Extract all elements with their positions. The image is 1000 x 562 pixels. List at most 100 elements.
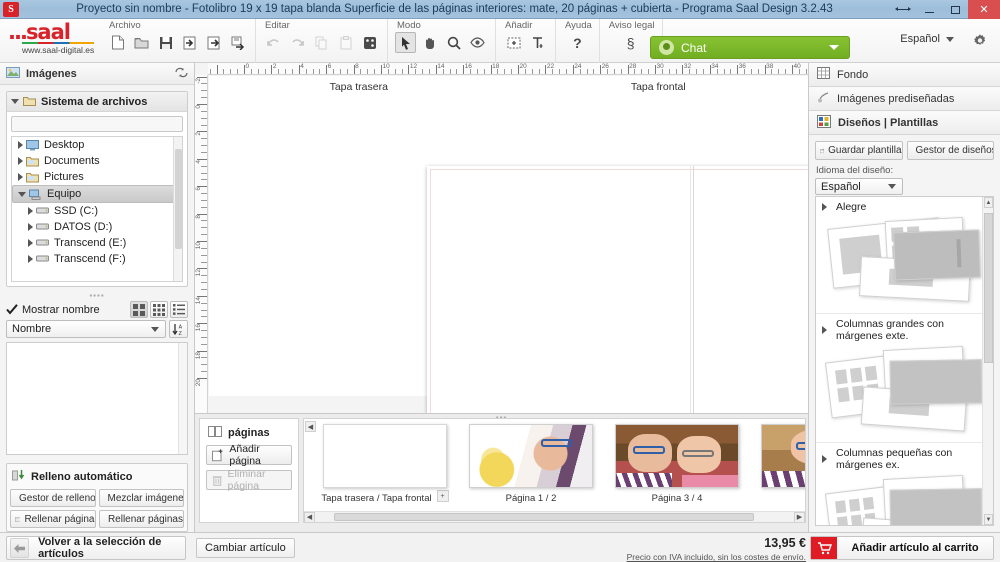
paste-icon[interactable]: [335, 32, 356, 53]
chevron-right-icon[interactable]: [822, 203, 827, 211]
fill-manager-button[interactable]: Gestor de rellenos: [10, 489, 96, 507]
chevron-down-icon[interactable]: [18, 191, 26, 197]
tree-item-datos-d[interactable]: DATOS (D:): [12, 219, 182, 235]
fill-pages-button[interactable]: Rellenar páginas: [98, 510, 184, 528]
page-thumbnail[interactable]: Página 1 / 2: [458, 419, 604, 511]
chevron-right-icon[interactable]: [28, 255, 33, 263]
template-preview[interactable]: [826, 216, 983, 309]
clipart-icon: [817, 91, 830, 106]
save-as-icon[interactable]: [227, 32, 248, 53]
tree-item-equipo[interactable]: Equipo: [12, 185, 182, 203]
price-block: 13,95 € Precio con IVA incluido, sin los…: [627, 536, 806, 562]
save-disk-icon[interactable]: [155, 32, 176, 53]
sort-field-value: Nombre: [12, 323, 52, 335]
ruler-minor-tick: [201, 234, 207, 236]
images-panel-header: Imágenes: [0, 63, 194, 85]
layout-manager-button[interactable]: Gestor de diseños: [906, 141, 994, 160]
chevron-right-icon[interactable]: [28, 223, 33, 231]
thumbs-scroll-right-icon[interactable]: ▶: [794, 511, 805, 522]
chat-button[interactable]: Chat: [650, 36, 850, 59]
template-preview[interactable]: [824, 345, 983, 438]
thumbnails-horizontal-scrollbar[interactable]: ◀ ▶: [304, 511, 805, 522]
add-text-frame-icon[interactable]: [527, 32, 548, 53]
tab-imagenes-prediseñadas[interactable]: Imágenes prediseñadas: [809, 87, 1000, 111]
open-folder-icon[interactable]: [131, 32, 152, 53]
tree-vertical-scrollbar[interactable]: [173, 137, 182, 281]
cursor-arrow-icon[interactable]: [395, 32, 416, 53]
add-to-cart-button[interactable]: Añadir artículo al carrito: [810, 536, 994, 560]
template-group-header[interactable]: Columnas grandes con márgenes exte.: [816, 314, 993, 346]
template-list[interactable]: Alegre Columnas grandes con márgenes ext…: [815, 196, 994, 526]
window-maximize-button[interactable]: [942, 0, 968, 19]
add-page-badge-icon[interactable]: +: [436, 490, 449, 502]
copy-icon[interactable]: [311, 32, 332, 53]
page-thumbnail[interactable]: Página 3 / 4: [604, 419, 750, 511]
chevron-right-icon[interactable]: [822, 455, 827, 463]
window-minimize-button[interactable]: [916, 0, 942, 19]
scroll-down-arrow-icon[interactable]: ▼: [984, 514, 993, 525]
export-icon[interactable]: [203, 32, 224, 53]
pages-thumbnail-scroller[interactable]: ◀ Tapa trasera / Tapa frontal + Página 1…: [303, 418, 806, 523]
template-preview[interactable]: [824, 474, 983, 525]
add-page-button[interactable]: Añadir página: [206, 443, 292, 467]
ruler-tick-label: 2: [195, 132, 202, 137]
shuffle-icon[interactable]: [359, 32, 380, 53]
filesystem-header[interactable]: Sistema de archivos: [7, 92, 187, 112]
fill-page-button[interactable]: Rellenar página: [10, 510, 96, 528]
chevron-right-icon[interactable]: [18, 157, 23, 165]
section-sign-icon[interactable]: §: [620, 32, 641, 53]
tree-item-desktop[interactable]: Desktop: [12, 137, 182, 153]
scroll-up-arrow-icon[interactable]: ▲: [984, 197, 993, 208]
images-vertical-scrollbar[interactable]: [178, 343, 187, 454]
language-selector[interactable]: Español: [900, 33, 954, 45]
undo-icon[interactable]: [263, 32, 284, 53]
import-icon[interactable]: [179, 32, 200, 53]
template-group-header[interactable]: Alegre: [816, 197, 993, 217]
tree-item-ssd-c[interactable]: SSD (C:): [12, 203, 182, 219]
tree-item-transcend-e[interactable]: Transcend (E:): [12, 235, 182, 251]
show-name-checkbox[interactable]: [6, 304, 18, 315]
tree-item-transcend-f[interactable]: Transcend (F:): [12, 251, 182, 267]
tab-fondo[interactable]: Fondo: [809, 63, 1000, 87]
new-document-icon[interactable]: [107, 32, 128, 53]
question-mark-icon[interactable]: ?: [567, 32, 588, 53]
change-article-button[interactable]: Cambiar artículo: [196, 538, 295, 558]
image-thumbnails-area[interactable]: [6, 342, 188, 455]
redo-icon[interactable]: [287, 32, 308, 53]
chevron-right-icon[interactable]: [822, 326, 827, 334]
filesystem-search-input[interactable]: [11, 116, 183, 132]
tree-item-label: Pictures: [44, 171, 84, 183]
shuffle-images-button[interactable]: Mezclar imágenes: [98, 489, 184, 507]
refresh-icon[interactable]: [175, 67, 188, 81]
chevron-right-icon[interactable]: [28, 207, 33, 215]
window-close-button[interactable]: ✕: [968, 0, 1000, 19]
list-icon[interactable]: [170, 301, 188, 318]
chevron-right-icon[interactable]: [18, 141, 23, 149]
page-thumbnail[interactable]: Tapa trasera / Tapa frontal +: [312, 419, 458, 511]
tab-disenos-plantillas[interactable]: Diseños | Plantillas: [809, 111, 1000, 135]
window-restore-button[interactable]: [890, 0, 916, 19]
back-to-article-selection-button[interactable]: Volver a la selección de artículos: [6, 536, 186, 560]
chevron-right-icon[interactable]: [18, 173, 23, 181]
sort-field-select[interactable]: Nombre: [6, 320, 166, 338]
thumbs-scroll-left-icon[interactable]: ◀: [304, 511, 315, 522]
grid-large-icon[interactable]: [130, 301, 148, 318]
gear-icon[interactable]: [970, 31, 990, 51]
chevron-right-icon[interactable]: [28, 239, 33, 247]
tree-item-pictures[interactable]: Pictures: [12, 169, 182, 185]
sort-az-icon[interactable]: AZ: [169, 320, 188, 338]
template-group-header[interactable]: Columnas pequeñas con márgenes ex.: [816, 443, 993, 475]
grid-small-icon[interactable]: [150, 301, 168, 318]
tree-item-documents[interactable]: Documents: [12, 153, 182, 169]
design-language-select[interactable]: Español: [815, 178, 903, 195]
eye-preview-icon[interactable]: [467, 32, 488, 53]
hand-pan-icon[interactable]: [419, 32, 440, 53]
save-template-button[interactable]: Guardar plantilla: [815, 141, 903, 160]
ruler-minor-tick: [442, 69, 444, 74]
price-note[interactable]: Precio con IVA incluido, sin los costes …: [627, 552, 806, 562]
page-thumbnail[interactable]: Pág: [750, 419, 805, 511]
add-image-frame-icon[interactable]: [503, 32, 524, 53]
images-icon: [6, 66, 20, 81]
magnifier-icon[interactable]: [443, 32, 464, 53]
template-list-scrollbar[interactable]: ▲ ▼: [982, 197, 993, 525]
